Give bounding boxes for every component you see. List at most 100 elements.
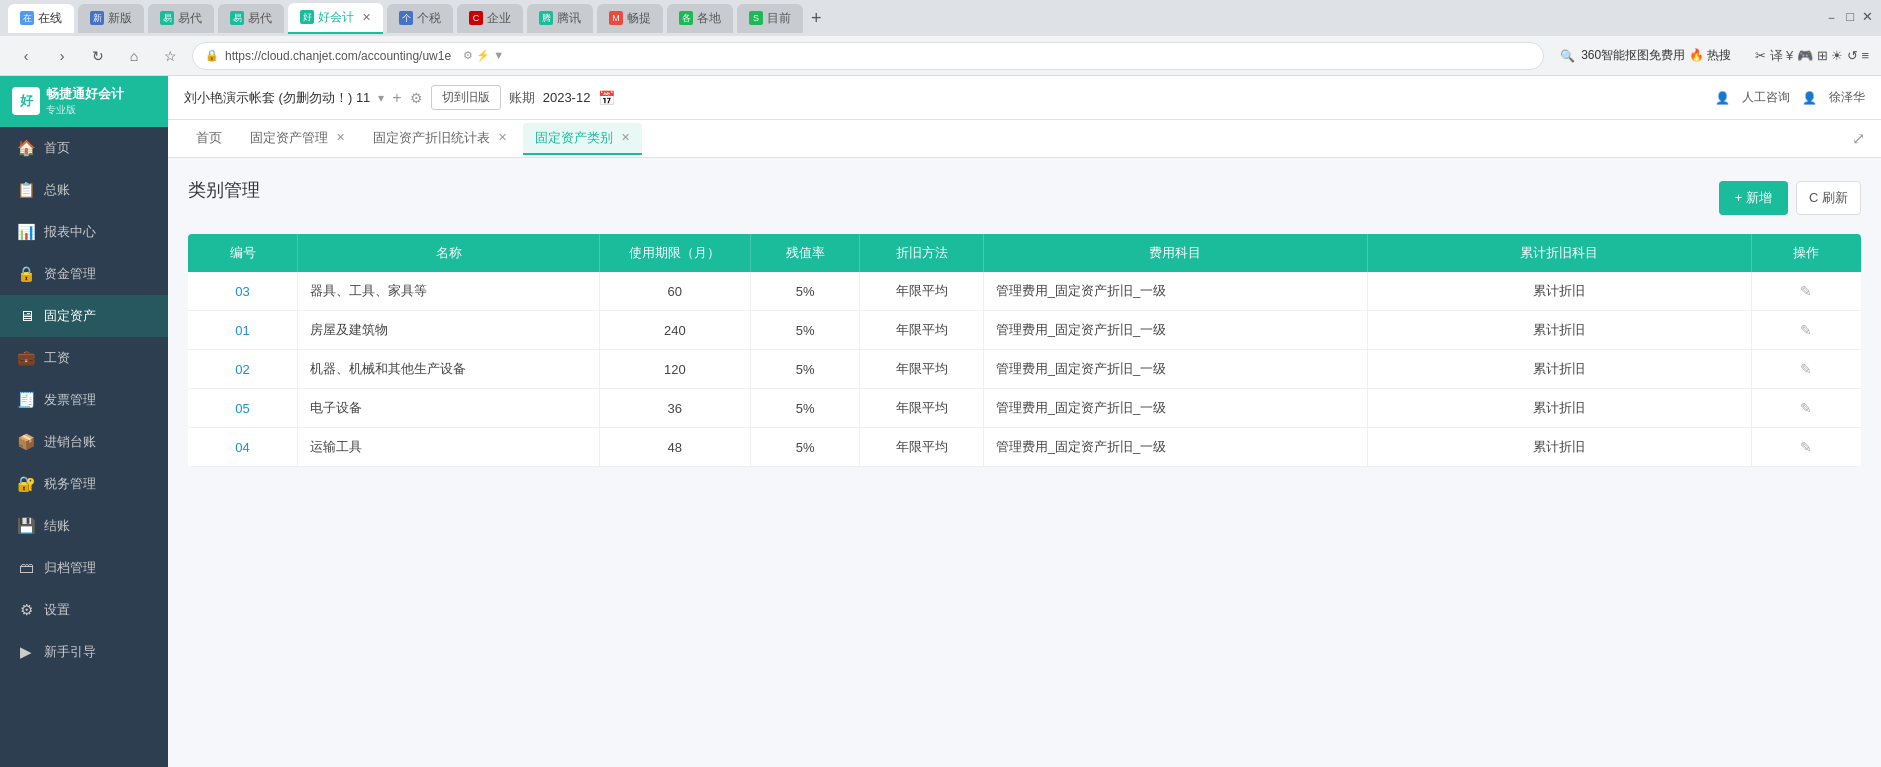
edit-icon-2[interactable]: ✎ xyxy=(1800,361,1812,377)
col-header-action: 操作 xyxy=(1751,234,1861,272)
close-window-button[interactable]: ✕ xyxy=(1862,9,1873,27)
home-button[interactable]: ⌂ xyxy=(120,42,148,70)
tab-haohuiji[interactable]: 好 好会计 ✕ xyxy=(288,3,383,34)
top-bar: 刘小艳演示帐套 (勿删勿动！) 11 ▾ + ⚙ 切到旧版 账期 2023-12… xyxy=(168,76,1881,120)
cell-method-4: 年限平均 xyxy=(860,428,983,467)
tab-zaixian[interactable]: 在 在线 xyxy=(8,4,74,33)
cell-name-1: 房屋及建筑物 xyxy=(298,311,600,350)
extensions-bar: ✂ 译 ¥ 🎮 ⊞ ☀ ↺ ≡ xyxy=(1755,47,1869,65)
cell-action-3[interactable]: ✎ xyxy=(1751,389,1861,428)
tab-fixed-assets-mgmt[interactable]: 固定资产管理 ✕ xyxy=(238,123,357,155)
sidebar-item-invoices[interactable]: 🧾 发票管理 xyxy=(0,379,168,421)
edit-icon-1[interactable]: ✎ xyxy=(1800,322,1812,338)
cell-expense-0: 管理费用_固定资产折旧_一级 xyxy=(983,272,1367,311)
sidebar-item-close-period[interactable]: 💾 结账 xyxy=(0,505,168,547)
tab-muqian[interactable]: S 目前 xyxy=(737,4,803,33)
new-tab-button[interactable]: + xyxy=(811,8,822,29)
cell-action-1[interactable]: ✎ xyxy=(1751,311,1861,350)
tab-geshui[interactable]: 个 个税 xyxy=(387,4,453,33)
cell-code-4: 04 xyxy=(188,428,298,467)
tab-home[interactable]: 首页 xyxy=(184,123,234,155)
cell-action-4[interactable]: ✎ xyxy=(1751,428,1861,467)
close-period-icon: 💾 xyxy=(16,517,36,535)
edit-icon-4[interactable]: ✎ xyxy=(1800,439,1812,455)
tab-qiye[interactable]: C 企业 xyxy=(457,4,523,33)
sidebar-item-reports[interactable]: 📊 报表中心 xyxy=(0,211,168,253)
refresh-button[interactable]: C 刷新 xyxy=(1796,181,1861,215)
edit-icon-0[interactable]: ✎ xyxy=(1800,283,1812,299)
sidebar-item-settings[interactable]: ⚙ 设置 xyxy=(0,589,168,631)
service-label[interactable]: 人工咨询 xyxy=(1742,89,1790,106)
cell-method-1: 年限平均 xyxy=(860,311,983,350)
period-value: 2023-12 xyxy=(543,90,591,105)
cell-expense-1: 管理费用_固定资产折旧_一级 xyxy=(983,311,1367,350)
sidebar-label-funds: 资金管理 xyxy=(44,265,96,283)
user-avatar-icon: 👤 xyxy=(1802,91,1817,105)
cell-name-0: 器具、工具、家具等 xyxy=(298,272,600,311)
tab-xinban[interactable]: 新 新版 xyxy=(78,4,144,33)
col-header-residual: 残值率 xyxy=(750,234,860,272)
tab-asset-category[interactable]: 固定资产类别 ✕ xyxy=(523,123,642,155)
back-button[interactable]: ‹ xyxy=(12,42,40,70)
browser-nav: ‹ › ↻ ⌂ ☆ 🔒 https://cloud.chanjet.com/ac… xyxy=(0,36,1881,76)
add-account-button[interactable]: + xyxy=(392,89,401,107)
col-header-period: 使用期限（月） xyxy=(599,234,750,272)
forward-button[interactable]: › xyxy=(48,42,76,70)
minimize-button[interactable]: － xyxy=(1825,9,1838,27)
tab-tengxun[interactable]: 腾 腾讯 xyxy=(527,4,593,33)
add-button[interactable]: + 新增 xyxy=(1719,181,1788,215)
tab-depreciation-table-close[interactable]: ✕ xyxy=(498,131,507,144)
table-row: 02 机器、机械和其他生产设备 120 5% 年限平均 管理费用_固定资产折旧_… xyxy=(188,350,1861,389)
tab-yidai2[interactable]: 易 易代 xyxy=(218,4,284,33)
sidebar-item-home[interactable]: 🏠 首页 xyxy=(0,127,168,169)
tab-changti[interactable]: M 畅提 xyxy=(597,4,663,33)
sidebar-item-archive[interactable]: 🗃 归档管理 xyxy=(0,547,168,589)
tab-asset-category-label: 固定资产类别 xyxy=(535,129,613,147)
reload-button[interactable]: ↻ xyxy=(84,42,112,70)
tab-yidai1[interactable]: 易 易代 xyxy=(148,4,214,33)
cell-action-0[interactable]: ✎ xyxy=(1751,272,1861,311)
purchase-sales-icon: 📦 xyxy=(16,433,36,451)
table-header-row: 编号 名称 使用期限（月） 残值率 折旧方法 费用科目 累计折旧科目 操作 xyxy=(188,234,1861,272)
bookmark-button[interactable]: ☆ xyxy=(156,42,184,70)
sidebar-label-home: 首页 xyxy=(44,139,70,157)
dropdown-arrow[interactable]: ▾ xyxy=(378,91,384,105)
tab-asset-category-close[interactable]: ✕ xyxy=(621,131,630,144)
page-content: 类别管理 + 新增 C 刷新 编号 名称 使用期限（月） 残值率 折旧方法 费用… xyxy=(168,158,1881,767)
address-bar[interactable]: 🔒 https://cloud.chanjet.com/accounting/u… xyxy=(192,42,1544,70)
tab-depreciation-table-label: 固定资产折旧统计表 xyxy=(373,129,490,147)
switch-version-button[interactable]: 切到旧版 xyxy=(431,85,501,110)
tab-fixed-assets-mgmt-close[interactable]: ✕ xyxy=(336,131,345,144)
cell-expense-3: 管理费用_固定资产折旧_一级 xyxy=(983,389,1367,428)
toolbar: + 新增 C 刷新 xyxy=(1719,181,1861,215)
period-label: 账期 xyxy=(509,89,535,107)
cell-code-2: 02 xyxy=(188,350,298,389)
edit-icon-3[interactable]: ✎ xyxy=(1800,400,1812,416)
main-content: 刘小艳演示帐套 (勿删勿动！) 11 ▾ + ⚙ 切到旧版 账期 2023-12… xyxy=(168,76,1881,767)
cell-period-1: 240 xyxy=(599,311,750,350)
sidebar-item-payroll[interactable]: 💼 工资 xyxy=(0,337,168,379)
search-bar[interactable]: 🔍 360智能抠图免费用 🔥 热搜 xyxy=(1552,47,1739,64)
calendar-icon[interactable]: 📅 xyxy=(598,90,615,106)
sidebar-item-fixed-assets[interactable]: 🖥 固定资产 xyxy=(0,295,168,337)
cell-period-4: 48 xyxy=(599,428,750,467)
tab-gedi[interactable]: 各 各地 xyxy=(667,4,733,33)
cell-code-3: 05 xyxy=(188,389,298,428)
maximize-button[interactable]: □ xyxy=(1846,9,1854,27)
tab-expand-icon[interactable]: ⤢ xyxy=(1852,129,1865,148)
sidebar-item-guide[interactable]: ▶ 新手引导 xyxy=(0,631,168,673)
cell-name-2: 机器、机械和其他生产设备 xyxy=(298,350,600,389)
sidebar-item-funds[interactable]: 🔒 资金管理 xyxy=(0,253,168,295)
lock-icon: 🔒 xyxy=(205,49,219,62)
settings-gear-icon[interactable]: ⚙ xyxy=(410,90,423,106)
cell-method-0: 年限平均 xyxy=(860,272,983,311)
sidebar-item-tax[interactable]: 🔐 税务管理 xyxy=(0,463,168,505)
sidebar-item-purchase-sales[interactable]: 📦 进销台账 xyxy=(0,421,168,463)
cell-action-2[interactable]: ✎ xyxy=(1751,350,1861,389)
tab-home-label: 首页 xyxy=(196,129,222,147)
sidebar-item-ledger[interactable]: 📋 总账 xyxy=(0,169,168,211)
tab-depreciation-table[interactable]: 固定资产折旧统计表 ✕ xyxy=(361,123,519,155)
tab-close-icon[interactable]: ✕ xyxy=(362,11,371,24)
sidebar-label-archive: 归档管理 xyxy=(44,559,96,577)
address-tools: ⚙ ⚡ ▼ xyxy=(463,49,504,62)
